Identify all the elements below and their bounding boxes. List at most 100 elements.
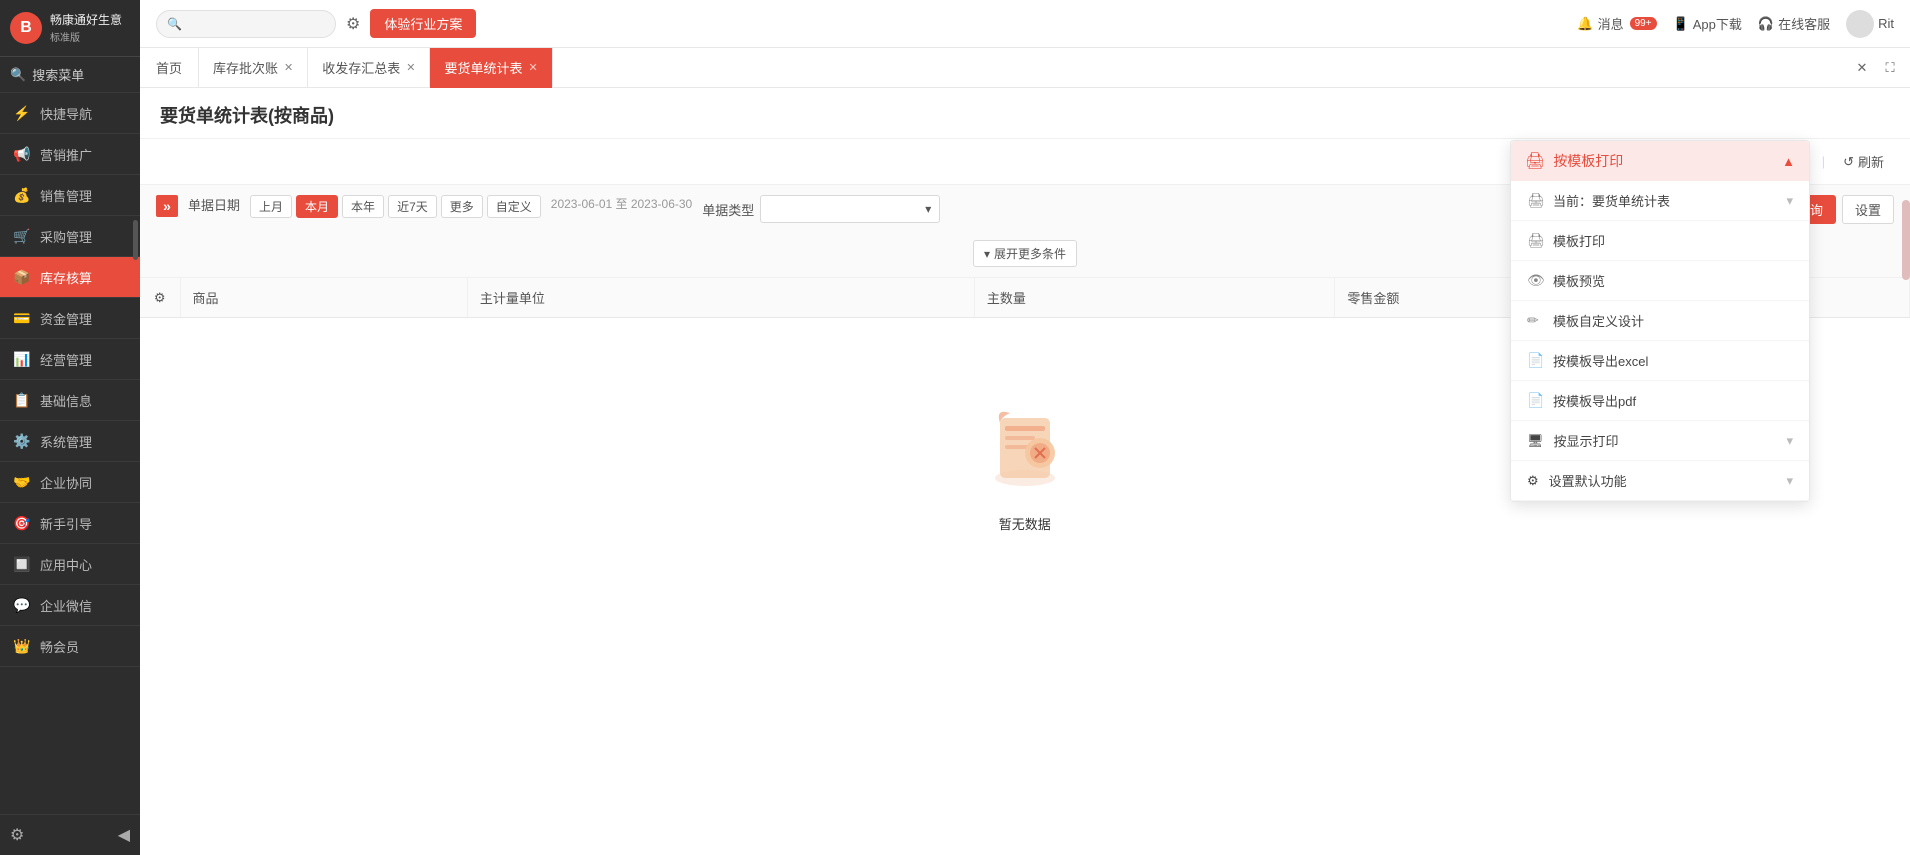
sidebar-item-app-center[interactable]: 🔲 应用中心 <box>0 544 140 585</box>
refresh-btn-label: 刷新 <box>1858 152 1884 171</box>
empty-text: 暂无数据 <box>999 514 1051 533</box>
sidebar-item-new-guide[interactable]: 🎯 新手引导 <box>0 503 140 544</box>
search-label: 搜索菜单 <box>32 65 84 84</box>
table-th-unit: 主计量单位 <box>467 278 974 318</box>
sidebar-collapse-icon[interactable]: ◀ <box>118 825 130 845</box>
sidebar-item-wechat[interactable]: 💬 企业微信 <box>0 585 140 626</box>
sidebar-item-sales[interactable]: 💰 销售管理 <box>0 175 140 216</box>
tab-collection-summary[interactable]: 收发存汇总表 ✕ <box>308 48 430 88</box>
export-excel-label: 按模板导出excel <box>1553 351 1648 370</box>
template-print-icon: 🖨 <box>1527 232 1543 249</box>
tab-inventory-batch[interactable]: 库存批次账 ✕ <box>199 48 308 88</box>
sidebar: B 畅康通好生意 标准版 🔍 搜索菜单 ⚡ 快捷导航 📢 营销推广 💰 销售管理… <box>0 0 140 855</box>
table-th-quantity: 主数量 <box>974 278 1335 318</box>
type-select[interactable]: ▾ <box>760 195 940 223</box>
topbar-left: 🔍 ⚙ 体验行业方案 <box>156 9 476 38</box>
date-btn-7days[interactable]: 近7天 <box>388 195 437 218</box>
sidebar-item-quick-nav[interactable]: ⚡ 快捷导航 <box>0 93 140 134</box>
sidebar-item-system[interactable]: ⚙️ 系统管理 <box>0 421 140 462</box>
filter-type-group: 单据类型 ▾ <box>702 195 940 223</box>
export-pdf-icon: 📄 <box>1527 392 1543 409</box>
print-export-excel-item[interactable]: 📄 按模板导出excel <box>1511 341 1809 381</box>
print-export-pdf-item[interactable]: 📄 按模板导出pdf <box>1511 381 1809 421</box>
tab-home[interactable]: 首页 <box>140 48 199 88</box>
sidebar-item-label: 企业微信 <box>40 596 92 615</box>
trial-btn[interactable]: 体验行业方案 <box>370 9 476 38</box>
sidebar-item-label: 应用中心 <box>40 555 92 574</box>
table-th-settings[interactable]: ⚙ <box>140 278 180 318</box>
type-filter-label: 单据类型 <box>702 200 754 219</box>
print-preview-item[interactable]: 👁 模板预览 <box>1511 261 1809 301</box>
settings-btn[interactable]: 设置 <box>1842 195 1894 224</box>
sidebar-item-label: 销售管理 <box>40 186 92 205</box>
sidebar-settings-icon[interactable]: ⚙ <box>10 825 24 845</box>
tab-order-stats[interactable]: 要货单统计表 ✕ <box>430 48 552 88</box>
sidebar-item-operation[interactable]: 📊 经营管理 <box>0 339 140 380</box>
sidebar-nav: ⚡ 快捷导航 📢 营销推广 💰 销售管理 🛒 采购管理 📦 库存核算 💳 资金管… <box>0 93 140 814</box>
print-template-item[interactable]: 🖨 模板打印 <box>1511 221 1809 261</box>
tab-close-icon[interactable]: ✕ <box>284 61 293 74</box>
sidebar-item-membership[interactable]: 👑 畅会员 <box>0 626 140 667</box>
app-download-item[interactable]: 📱 App下载 <box>1673 14 1742 33</box>
finance-icon: 💳 <box>12 308 32 328</box>
display-print-icon: 🖥 <box>1527 433 1544 449</box>
user-item[interactable]: Rit <box>1846 10 1894 38</box>
notifications-item[interactable]: 🔔 消息 99+ <box>1577 14 1656 33</box>
date-btn-more[interactable]: 更多 <box>441 195 483 218</box>
topbar-gear-icon[interactable]: ⚙ <box>346 14 360 34</box>
sidebar-item-label: 库存核算 <box>40 268 92 287</box>
print-dropdown-title: 🖨 按模板打印 <box>1525 151 1623 171</box>
chevron-right-icon: ▾ <box>1786 193 1793 209</box>
print-dropdown-close-icon[interactable]: ▲ <box>1782 154 1795 169</box>
home-tab-label: 首页 <box>156 58 182 77</box>
template-preview-icon: 👁 <box>1527 272 1543 289</box>
sidebar-item-finance[interactable]: 💳 资金管理 <box>0 298 140 339</box>
display-print-section[interactable]: 🖥 按显示打印 ▾ <box>1511 421 1809 461</box>
notifications-label: 消息 <box>1598 14 1624 33</box>
date-btn-custom[interactable]: 自定义 <box>487 195 541 218</box>
template-custom-label: 模板自定义设计 <box>1553 311 1644 330</box>
purchase-icon: 🛒 <box>12 226 32 246</box>
page-header: 要货单统计表(按商品) <box>140 88 1910 139</box>
date-btn-last-month[interactable]: 上月 <box>250 195 292 218</box>
set-default-label: 设置默认功能 <box>1549 471 1627 490</box>
right-scrollbar[interactable] <box>1902 200 1910 280</box>
date-btn-this-month[interactable]: 本月 <box>296 195 338 218</box>
sidebar-item-cooperation[interactable]: 🤝 企业协同 <box>0 462 140 503</box>
tab-close-icon[interactable]: ✕ <box>529 61 538 74</box>
print-custom-design-item[interactable]: ✏ 模板自定义设计 <box>1511 301 1809 341</box>
toolbar-separator2: | <box>1822 154 1825 169</box>
sidebar-search[interactable]: 🔍 搜索菜单 <box>0 57 140 93</box>
expand-more-btn[interactable]: ▾ 展开更多条件 <box>973 240 1077 267</box>
topbar-search-box[interactable]: 🔍 <box>156 10 336 38</box>
tab-close-icon[interactable]: ✕ <box>406 61 415 74</box>
sidebar-item-label: 新手引导 <box>40 514 92 533</box>
date-btn-this-year[interactable]: 本年 <box>342 195 384 218</box>
sidebar-item-marketing[interactable]: 📢 营销推广 <box>0 134 140 175</box>
app-center-icon: 🔲 <box>12 554 32 574</box>
sidebar-item-label: 基础信息 <box>40 391 92 410</box>
template-preview-label: 模板预览 <box>1553 271 1605 290</box>
sidebar-item-label: 经营管理 <box>40 350 92 369</box>
sidebar-footer: ⚙ ◀ <box>0 814 140 855</box>
print-dropdown-current[interactable]: 🖨 当前：要货单统计表 ▾ <box>1511 181 1809 221</box>
tab-expand-btn[interactable]: ⛶ <box>1878 56 1902 80</box>
tab-close-all-btn[interactable]: ✕ <box>1850 56 1874 80</box>
company-name: 畅康通好生意 <box>50 12 122 29</box>
current-template-icon: 🖨 <box>1527 192 1543 209</box>
sidebar-logo: B 畅康通好生意 标准版 <box>0 0 140 57</box>
print-dropdown-header: 🖨 按模板打印 ▲ <box>1511 141 1809 181</box>
expand-more-label: 展开更多条件 <box>994 245 1066 262</box>
collection-summary-tab-label: 收发存汇总表 <box>322 58 400 77</box>
set-default-section[interactable]: ⚙ 设置默认功能 ▾ <box>1511 461 1809 501</box>
online-service-item[interactable]: 🎧 在线客服 <box>1758 14 1830 33</box>
sidebar-item-purchase[interactable]: 🛒 采购管理 <box>0 216 140 257</box>
marketing-icon: 📢 <box>12 144 32 164</box>
sidebar-item-label: 资金管理 <box>40 309 92 328</box>
filter-expand-btn[interactable]: » <box>156 195 178 217</box>
sidebar-item-label: 采购管理 <box>40 227 92 246</box>
print-dropdown-title-label: 按模板打印 <box>1553 151 1623 171</box>
sidebar-item-basic-info[interactable]: 📋 基础信息 <box>0 380 140 421</box>
refresh-btn[interactable]: ↺ 刷新 <box>1833 148 1894 175</box>
sidebar-item-inventory[interactable]: 📦 库存核算 <box>0 257 140 298</box>
